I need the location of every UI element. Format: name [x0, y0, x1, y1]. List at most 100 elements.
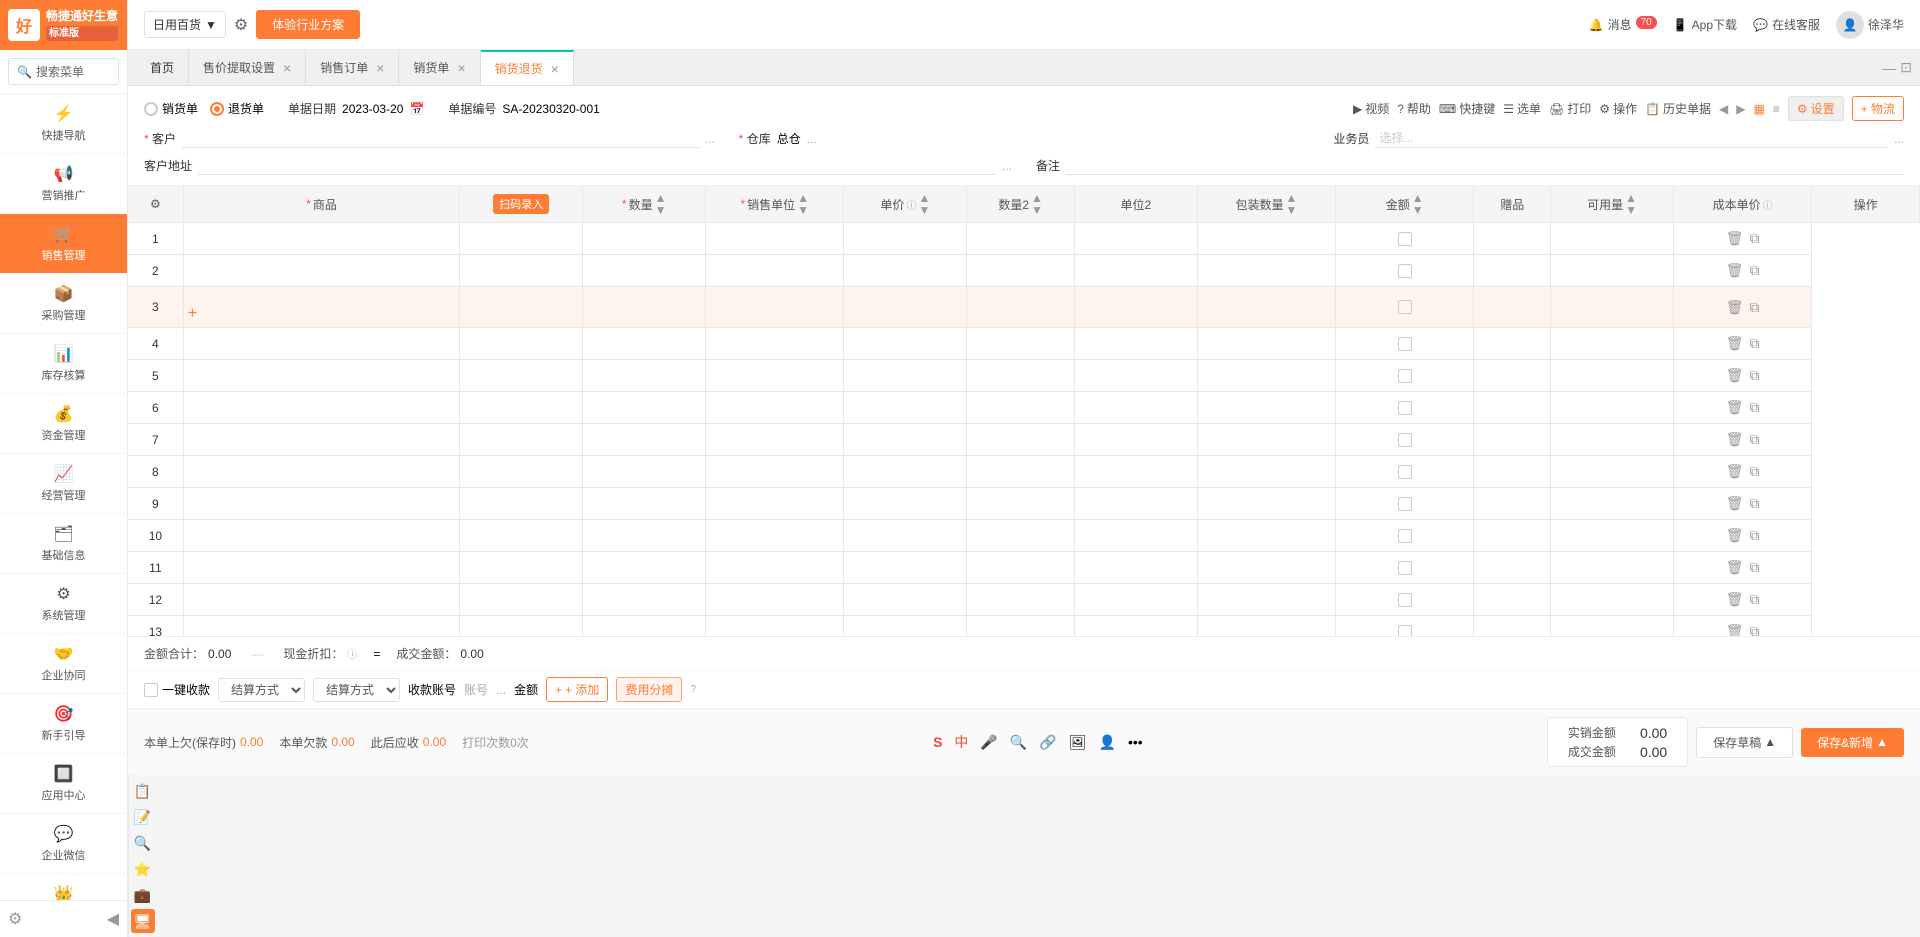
cost-cell[interactable]: [1551, 456, 1674, 488]
pack-cell[interactable]: [1074, 616, 1197, 637]
amount-cell[interactable]: [1197, 584, 1335, 616]
settings-button[interactable]: ⚙ 设置: [1788, 96, 1844, 121]
gift-checkbox[interactable]: [1398, 561, 1412, 575]
cost-cell[interactable]: [1551, 552, 1674, 584]
gift-checkbox[interactable]: [1398, 232, 1412, 246]
goods-cell[interactable]: [183, 520, 460, 552]
goods-cell[interactable]: [183, 255, 460, 287]
gift-cell[interactable]: [1336, 584, 1474, 616]
sidebar-item-system[interactable]: ⚙ 系统管理: [0, 574, 127, 634]
unit-cell[interactable]: [583, 456, 706, 488]
save-new-button[interactable]: 保存&新增 ▲: [1801, 728, 1904, 757]
goods-cell[interactable]: [183, 488, 460, 520]
amount-cell[interactable]: [1197, 287, 1335, 328]
goods-cell[interactable]: [183, 392, 460, 424]
goods-cell[interactable]: [183, 223, 460, 255]
copy-icon[interactable]: ⧉: [1750, 367, 1760, 384]
address-input[interactable]: [198, 156, 996, 175]
sidebar-item-guide[interactable]: 🎯 新手引导: [0, 694, 127, 754]
copy-icon[interactable]: ⧉: [1750, 463, 1760, 480]
gift-cell[interactable]: [1336, 287, 1474, 328]
amount-cell[interactable]: [1197, 616, 1335, 637]
price-cell[interactable]: [706, 616, 844, 637]
pack-cell[interactable]: [1074, 424, 1197, 456]
minimize-icon[interactable]: —: [1882, 60, 1896, 76]
cost-cell[interactable]: [1551, 616, 1674, 637]
unit2-cell[interactable]: [967, 328, 1075, 360]
gift-checkbox[interactable]: [1398, 529, 1412, 543]
unit-cell[interactable]: [583, 328, 706, 360]
sidebar-item-basic[interactable]: 🗂 基础信息: [0, 514, 127, 574]
save-draft-button[interactable]: 保存草稿 ▲: [1696, 727, 1793, 758]
price-cell[interactable]: [706, 456, 844, 488]
unit-cell[interactable]: [583, 552, 706, 584]
scan-button[interactable]: 扫码录入: [493, 194, 549, 214]
delete-icon[interactable]: 🗑: [1726, 262, 1744, 279]
nav-next-icon[interactable]: ▶: [1736, 102, 1745, 116]
unit2-cell[interactable]: [967, 488, 1075, 520]
radio-sales-delivery[interactable]: 销货单: [144, 100, 198, 117]
delete-icon[interactable]: 🗑: [1726, 299, 1744, 316]
available-cell[interactable]: [1474, 520, 1551, 552]
topbar-gear-icon[interactable]: ⚙: [234, 15, 248, 35]
gift-cell[interactable]: [1336, 488, 1474, 520]
qty2-cell[interactable]: [844, 328, 967, 360]
radio-sales-return[interactable]: 退货单: [210, 100, 264, 117]
price-cell[interactable]: [706, 424, 844, 456]
right-icon-6[interactable]: 🖥: [131, 909, 155, 933]
amount-cell[interactable]: [1197, 456, 1335, 488]
copy-icon[interactable]: ⧉: [1750, 230, 1760, 247]
available-cell[interactable]: [1474, 255, 1551, 287]
available-cell[interactable]: [1474, 223, 1551, 255]
cost-cell[interactable]: [1551, 488, 1674, 520]
price-cell[interactable]: [706, 255, 844, 287]
available-cell[interactable]: [1474, 552, 1551, 584]
price-cell[interactable]: [706, 287, 844, 328]
sidebar-item-inventory[interactable]: 📊 库存核算: [0, 334, 127, 394]
goods-cell[interactable]: [183, 328, 460, 360]
unit-cell[interactable]: [583, 424, 706, 456]
qty2-cell[interactable]: [844, 616, 967, 637]
gift-cell[interactable]: [1336, 456, 1474, 488]
sidebar-item-marketing[interactable]: 📢 营销推广: [0, 154, 127, 214]
qty2-cell[interactable]: [844, 488, 967, 520]
sidebar-item-sales[interactable]: 🛒 销售管理: [0, 214, 127, 274]
qty2-cell[interactable]: [844, 255, 967, 287]
unit-cell[interactable]: [583, 287, 706, 328]
pack-cell[interactable]: [1074, 223, 1197, 255]
print-btn[interactable]: 🖨 打印: [1549, 100, 1591, 117]
gift-cell[interactable]: [1336, 360, 1474, 392]
gift-checkbox[interactable]: [1398, 369, 1412, 383]
price-cell[interactable]: [706, 520, 844, 552]
copy-icon[interactable]: ⧉: [1750, 262, 1760, 279]
gift-checkbox[interactable]: [1398, 300, 1412, 314]
price-cell[interactable]: [706, 223, 844, 255]
calc-method-select[interactable]: 结算方式: [313, 678, 400, 702]
help-btn[interactable]: ? 帮助: [1397, 100, 1431, 117]
pack-cell[interactable]: [1074, 328, 1197, 360]
price-cell[interactable]: [706, 328, 844, 360]
qty2-cell[interactable]: [844, 392, 967, 424]
pack-cell[interactable]: [1074, 360, 1197, 392]
qty-cell[interactable]: [460, 424, 583, 456]
sidebar-item-purchase[interactable]: 📦 采购管理: [0, 274, 127, 334]
cost-cell[interactable]: [1551, 328, 1674, 360]
sidebar-item-member[interactable]: 👑 畅会员: [0, 874, 127, 900]
pack-cell[interactable]: [1074, 552, 1197, 584]
unit2-cell[interactable]: [967, 287, 1075, 328]
amount-cell[interactable]: [1197, 255, 1335, 287]
qty-cell[interactable]: [460, 584, 583, 616]
add-logistics-button[interactable]: + 物流: [1852, 96, 1904, 121]
experience-button[interactable]: 体验行业方案: [256, 10, 360, 39]
nav-prev-icon[interactable]: ◀: [1719, 102, 1728, 116]
tab-close-icon[interactable]: ×: [551, 61, 559, 77]
add-payment-button[interactable]: + + 添加: [546, 677, 608, 702]
available-cell[interactable]: [1474, 616, 1551, 637]
price-cell[interactable]: [706, 488, 844, 520]
fee-split-button[interactable]: 费用分摊: [616, 677, 682, 702]
unit2-cell[interactable]: [967, 392, 1075, 424]
gift-checkbox[interactable]: [1398, 625, 1412, 637]
copy-icon[interactable]: ⧉: [1750, 591, 1760, 608]
unit-cell[interactable]: [583, 255, 706, 287]
app-download-button[interactable]: 📱 App下载: [1673, 16, 1737, 33]
